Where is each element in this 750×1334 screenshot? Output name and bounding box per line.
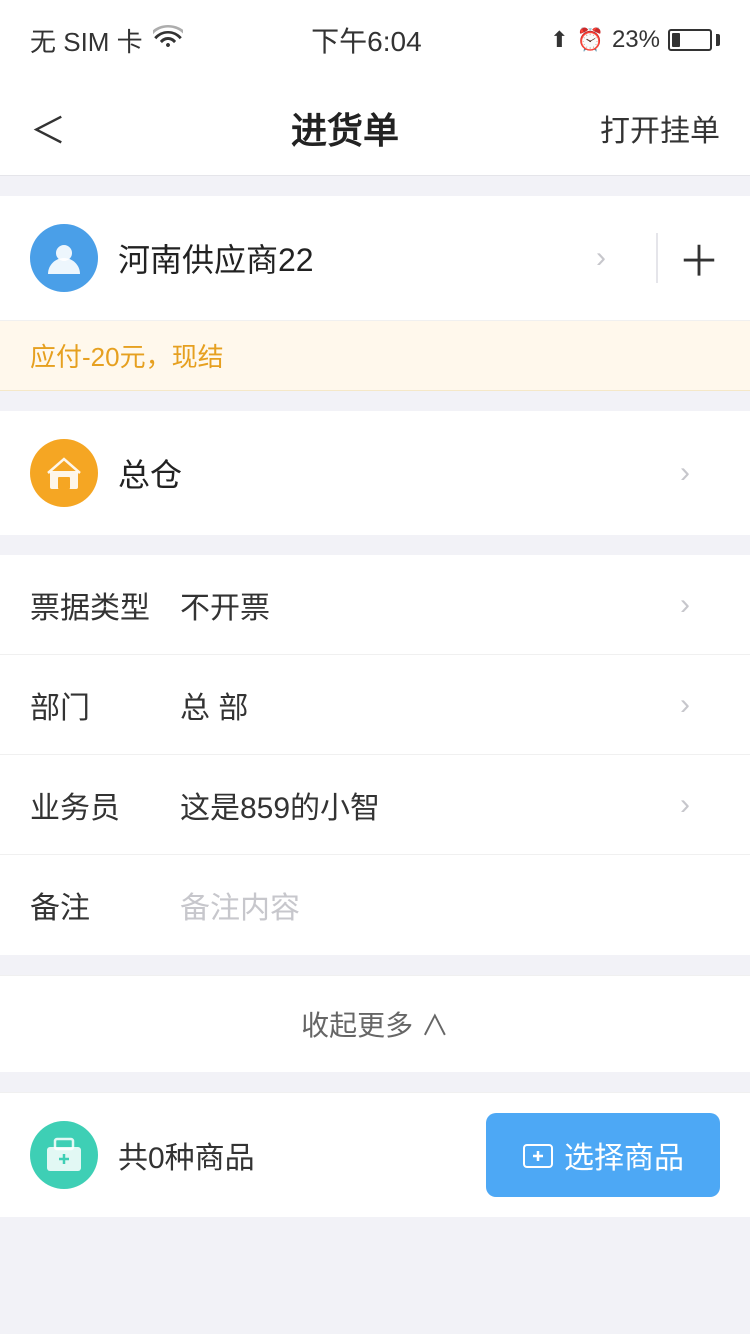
open-pending-button[interactable]: 打开挂单 <box>600 106 720 150</box>
alarm-icon: ⏰ <box>577 27 604 53</box>
dept-value: 总 部 <box>150 683 680 727</box>
add-button[interactable]: ＋ <box>678 228 720 289</box>
product-count-icon <box>30 1121 98 1189</box>
battery-percent: 23% <box>612 26 660 54</box>
supplier-section: 河南供应商22 › ＋ 应付-20元，现结 <box>0 196 750 391</box>
sales-label: 业务员 <box>30 783 150 827</box>
back-button[interactable]: ＜ <box>30 102 90 154</box>
status-right: ⬆ ⏰ 23% <box>550 26 720 54</box>
warehouse-section: 总仓 › <box>0 411 750 535</box>
sales-chevron-icon: › <box>680 788 690 822</box>
carrier-label: 无 SIM 卡 <box>30 22 143 59</box>
supplier-divider <box>656 233 658 283</box>
product-count-text: 共0种商品 <box>118 1133 486 1177</box>
divider-2 <box>0 391 750 411</box>
form-section: 票据类型 不开票 › 部门 总 部 › 业务员 这是859的小智 › 备注 备注… <box>0 555 750 955</box>
select-product-label: 选择商品 <box>564 1133 684 1177</box>
nav-bar: ＜ 进货单 打开挂单 <box>0 80 750 176</box>
warehouse-name: 总仓 <box>118 450 680 496</box>
remark-label: 备注 <box>30 883 150 927</box>
dept-label: 部门 <box>30 683 150 727</box>
invoice-row[interactable]: 票据类型 不开票 › <box>0 555 750 655</box>
notice-bar: 应付-20元，现结 <box>0 321 750 391</box>
warehouse-chevron-icon: › <box>680 456 690 490</box>
remark-input[interactable]: 备注内容 <box>150 883 720 927</box>
wifi-icon <box>153 25 183 56</box>
invoice-chevron-icon: › <box>680 588 690 622</box>
supplier-name: 河南供应商22 <box>118 235 596 281</box>
warehouse-icon <box>30 439 98 507</box>
location-icon: ⬆ <box>550 27 568 53</box>
supplier-row[interactable]: 河南供应商22 › ＋ <box>0 196 750 321</box>
supplier-avatar <box>30 224 98 292</box>
supplier-chevron-icon: › <box>596 241 606 275</box>
sales-row[interactable]: 业务员 这是859的小智 › <box>0 755 750 855</box>
battery-icon <box>668 29 720 51</box>
invoice-label: 票据类型 <box>30 583 150 627</box>
page-title: 进货单 <box>291 102 399 154</box>
time-label: 下午6:04 <box>311 20 422 60</box>
dept-chevron-icon: › <box>680 688 690 722</box>
bottom-bar: 共0种商品 选择商品 <box>0 1092 750 1217</box>
status-left: 无 SIM 卡 <box>30 22 183 59</box>
warehouse-row[interactable]: 总仓 › <box>0 411 750 535</box>
status-bar: 无 SIM 卡 下午6:04 ⬆ ⏰ 23% <box>0 0 750 80</box>
sales-value: 这是859的小智 <box>150 783 680 827</box>
collapse-label: 收起更多 ∧ <box>301 1004 449 1044</box>
select-product-button[interactable]: 选择商品 <box>486 1113 720 1197</box>
notice-text: 应付-20元，现结 <box>30 342 224 372</box>
invoice-value: 不开票 <box>150 583 680 627</box>
dept-row[interactable]: 部门 总 部 › <box>0 655 750 755</box>
collapse-row[interactable]: 收起更多 ∧ <box>0 975 750 1072</box>
remark-row[interactable]: 备注 备注内容 <box>0 855 750 955</box>
divider-1 <box>0 176 750 196</box>
